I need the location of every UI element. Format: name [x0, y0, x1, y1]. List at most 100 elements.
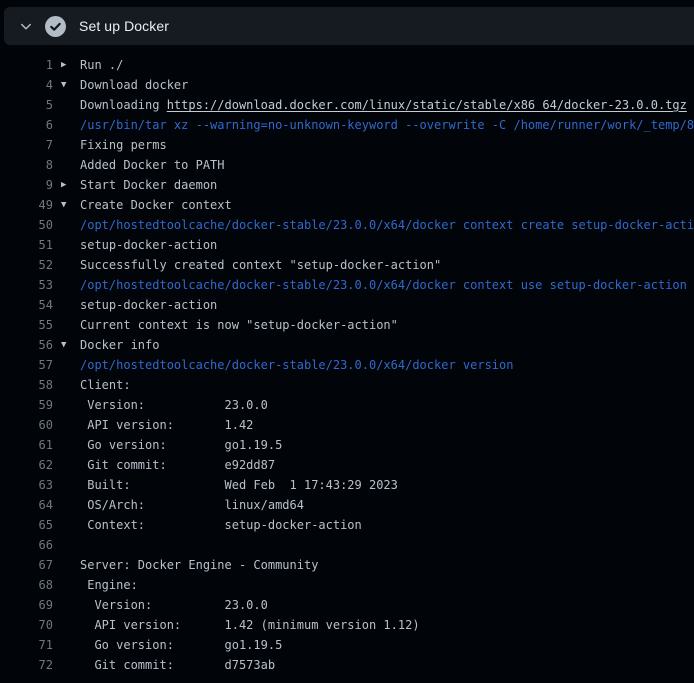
line-number[interactable]: 5	[0, 95, 53, 115]
log-plain-text: Version: 23.0.0	[80, 398, 268, 412]
group-collapse-icon[interactable]: ▼	[53, 335, 80, 355]
log-line: 9▶Start Docker daemon	[0, 175, 694, 195]
log-command-text: /opt/hostedtoolcache/docker-stable/23.0.…	[80, 218, 694, 232]
line-number[interactable]: 60	[0, 415, 53, 435]
log-text: /opt/hostedtoolcache/docker-stable/23.0.…	[80, 355, 694, 375]
line-number[interactable]: 71	[0, 635, 53, 655]
log-area: 1▶Run ./4▼Download docker5Downloading ht…	[0, 45, 694, 683]
log-text: /opt/hostedtoolcache/docker-stable/23.0.…	[80, 275, 694, 295]
marker-spacer	[53, 615, 80, 635]
log-plain-text: Built: Wed Feb 1 17:43:29 2023	[80, 478, 398, 492]
line-number[interactable]: 53	[0, 275, 53, 295]
line-number[interactable]: 66	[0, 535, 53, 555]
line-number[interactable]: 59	[0, 395, 53, 415]
log-line: 71 Go version: go1.19.5	[0, 635, 694, 655]
log-text: Fixing perms	[80, 135, 694, 155]
log-plain-text: Version: 23.0.0	[80, 598, 268, 612]
log-plain-text: API version: 1.42	[80, 418, 253, 432]
log-line: 70 API version: 1.42 (minimum version 1.…	[0, 615, 694, 635]
step-header[interactable]: Set up Docker	[4, 7, 694, 45]
line-number[interactable]: 67	[0, 555, 53, 575]
log-text: Successfully created context "setup-dock…	[80, 255, 694, 275]
log-text: Downloading https://download.docker.com/…	[80, 95, 694, 115]
line-number[interactable]: 56	[0, 335, 53, 355]
marker-spacer	[53, 595, 80, 615]
log-plain-text: Go version: go1.19.5	[80, 638, 282, 652]
log-plain-text: Downloading	[80, 98, 167, 112]
log-text[interactable]: Create Docker context	[80, 195, 694, 215]
marker-spacer	[53, 415, 80, 435]
group-expand-icon[interactable]: ▶	[53, 55, 80, 75]
log-plain-text: Successfully created context "setup-dock…	[80, 258, 441, 272]
line-number[interactable]: 49	[0, 195, 53, 215]
line-number[interactable]: 4	[0, 75, 53, 95]
line-number[interactable]: 51	[0, 235, 53, 255]
check-circle-icon	[45, 16, 66, 37]
log-text: /usr/bin/tar xz --warning=no-unknown-key…	[80, 115, 694, 135]
chevron-down-icon[interactable]	[18, 18, 34, 34]
line-number[interactable]: 9	[0, 175, 53, 195]
log-line: 68 Engine:	[0, 575, 694, 595]
log-line: 63 Built: Wed Feb 1 17:43:29 2023	[0, 475, 694, 495]
line-number[interactable]: 64	[0, 495, 53, 515]
marker-spacer	[53, 435, 80, 455]
line-number[interactable]: 55	[0, 315, 53, 335]
marker-spacer	[53, 555, 80, 575]
marker-spacer	[53, 235, 80, 255]
line-number[interactable]: 6	[0, 115, 53, 135]
log-text[interactable]: Download docker	[80, 75, 694, 95]
line-number[interactable]: 1	[0, 55, 53, 75]
marker-spacer	[53, 475, 80, 495]
log-text: Version: 23.0.0	[80, 395, 694, 415]
log-line: 59 Version: 23.0.0	[0, 395, 694, 415]
marker-spacer	[53, 315, 80, 335]
log-line: 4▼Download docker	[0, 75, 694, 95]
line-number[interactable]: 62	[0, 455, 53, 475]
line-number[interactable]: 69	[0, 595, 53, 615]
line-number[interactable]: 52	[0, 255, 53, 275]
group-collapse-icon[interactable]: ▼	[53, 75, 80, 95]
line-number[interactable]: 50	[0, 215, 53, 235]
log-text[interactable]: Docker info	[80, 335, 694, 355]
line-number[interactable]: 58	[0, 375, 53, 395]
line-number[interactable]: 54	[0, 295, 53, 315]
line-number[interactable]: 63	[0, 475, 53, 495]
log-text: Client:	[80, 375, 694, 395]
group-expand-icon[interactable]: ▶	[53, 175, 80, 195]
log-text: Version: 23.0.0	[80, 595, 694, 615]
line-number[interactable]: 57	[0, 355, 53, 375]
log-line: 72 Git commit: d7573ab	[0, 655, 694, 675]
marker-spacer	[53, 635, 80, 655]
line-number[interactable]: 7	[0, 135, 53, 155]
line-number[interactable]: 8	[0, 155, 53, 175]
log-plain-text: Fixing perms	[80, 138, 167, 152]
log-plain-text: OS/Arch: linux/amd64	[80, 498, 304, 512]
log-line: 64 OS/Arch: linux/amd64	[0, 495, 694, 515]
log-text: Server: Docker Engine - Community	[80, 555, 694, 575]
log-line: 57/opt/hostedtoolcache/docker-stable/23.…	[0, 355, 694, 375]
log-link[interactable]: https://download.docker.com/linux/static…	[167, 98, 687, 112]
line-number[interactable]: 72	[0, 655, 53, 675]
log-plain-text: Start Docker daemon	[80, 178, 217, 192]
marker-spacer	[53, 535, 80, 555]
line-number[interactable]: 61	[0, 435, 53, 455]
line-number[interactable]: 70	[0, 615, 53, 635]
log-text: /opt/hostedtoolcache/docker-stable/23.0.…	[80, 215, 694, 235]
log-text: setup-docker-action	[80, 235, 694, 255]
log-text: OS/Arch: linux/amd64	[80, 495, 694, 515]
log-line: 52 Successfully created context "setup-do…	[0, 255, 694, 275]
group-collapse-icon[interactable]: ▼	[53, 195, 80, 215]
log-text: Go version: go1.19.5	[80, 635, 694, 655]
log-plain-text: Git commit: e92dd87	[80, 458, 275, 472]
log-text: Built: Wed Feb 1 17:43:29 2023	[80, 475, 694, 495]
log-text[interactable]: Start Docker daemon	[80, 175, 694, 195]
log-text[interactable]: Run ./	[80, 55, 694, 75]
line-number[interactable]: 68	[0, 575, 53, 595]
log-plain-text: Client:	[80, 378, 131, 392]
log-text: Git commit: d7573ab	[80, 655, 694, 675]
log-plain-text: Download docker	[80, 78, 188, 92]
marker-spacer	[53, 95, 80, 115]
log-line: 56▼Docker info	[0, 335, 694, 355]
log-plain-text: Git commit: d7573ab	[80, 658, 275, 672]
line-number[interactable]: 65	[0, 515, 53, 535]
